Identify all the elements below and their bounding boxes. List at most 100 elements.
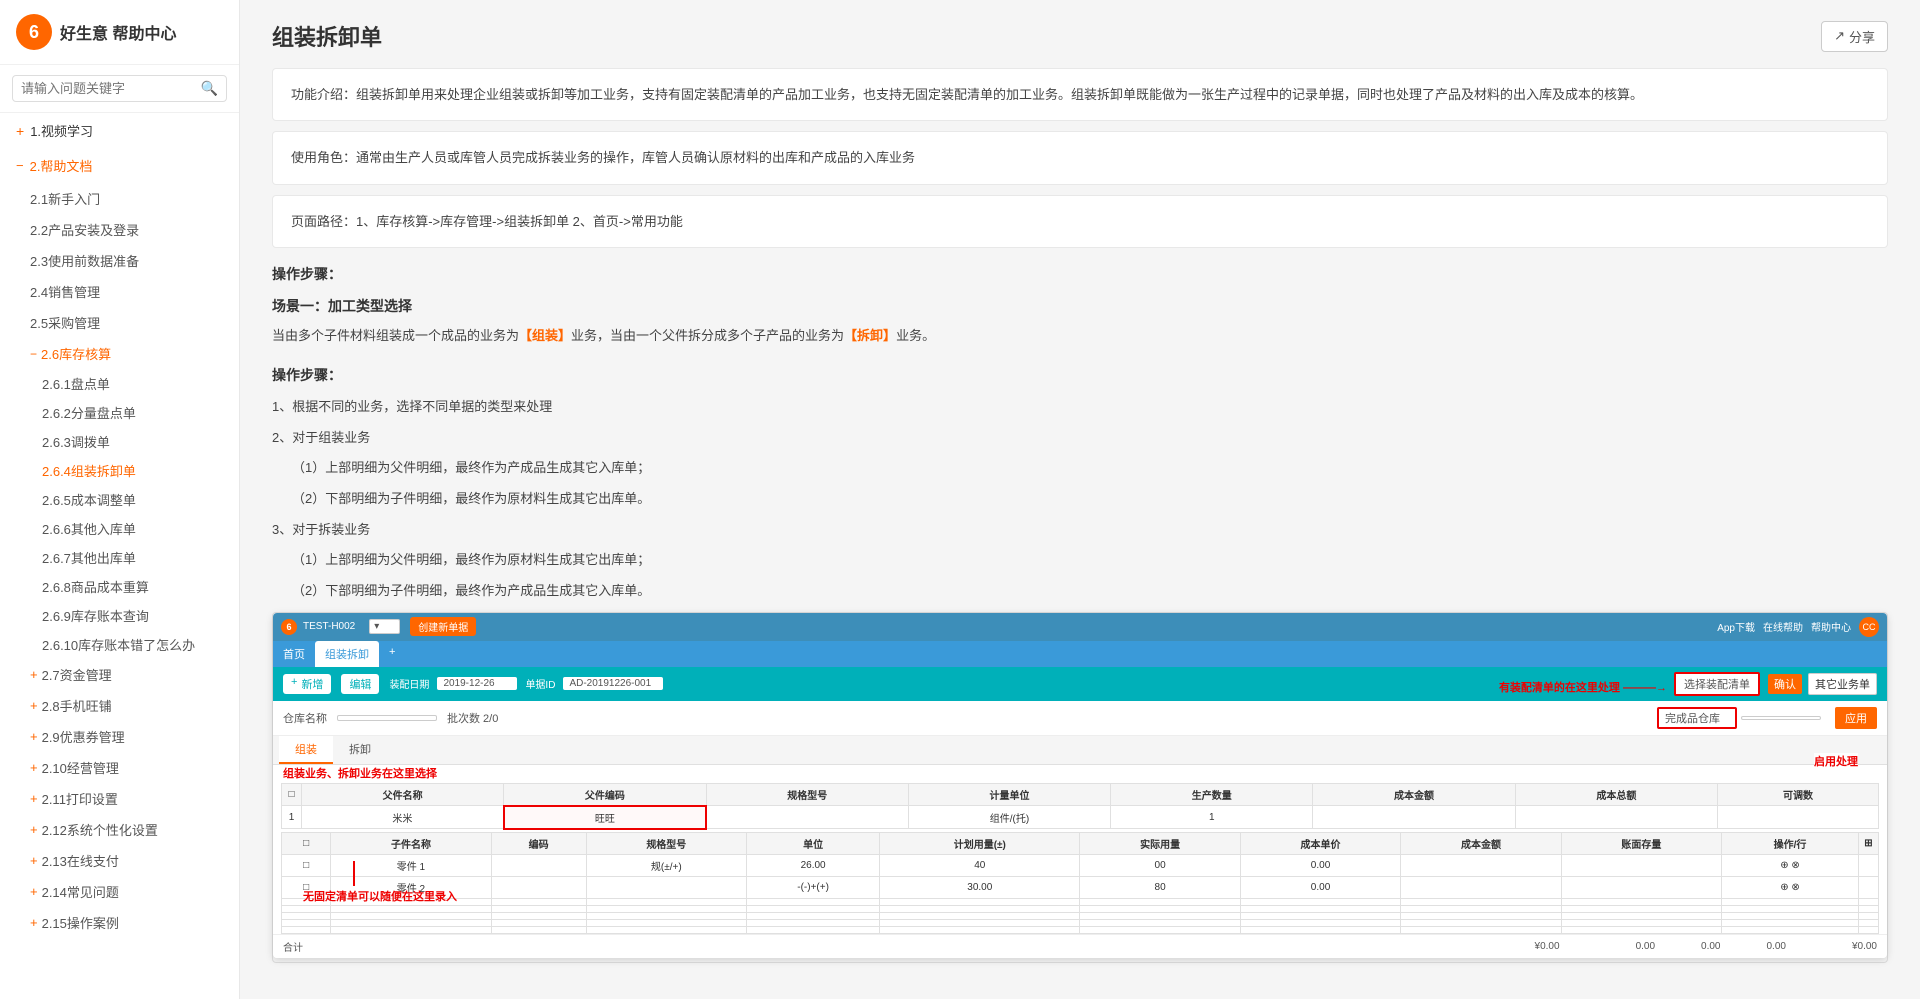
col-parent-count: 生产数量: [1111, 783, 1313, 806]
app-window: 6 TEST-H002 ▾ 创建新单据 App下载 在线帮助 帮助中心 CC: [273, 613, 1887, 958]
table-row: [282, 898, 1879, 905]
table-row: 1 米米 旺旺 组件/(托) 1: [282, 806, 1879, 829]
app-logo: 6: [281, 619, 297, 635]
sidebar-item-personalize[interactable]: + 2.12系统个性化设置: [0, 814, 239, 845]
scenario1-desc: 当由多个子件材料组装成一个成品的业务为【组装】业务，当由一个父件拆分成多个子产品…: [272, 324, 1888, 349]
sidebar-item-print[interactable]: + 2.11打印设置: [0, 783, 239, 814]
btn-assembly-list[interactable]: 选择装配清单: [1674, 672, 1760, 696]
sidebar-item-install[interactable]: 2.2产品安装及登录: [0, 214, 239, 245]
tab-disassemble-type[interactable]: 拆卸: [333, 736, 387, 764]
col-child-ops: 操作/行: [1722, 832, 1859, 854]
field-date-value[interactable]: 2019-12-26: [437, 677, 517, 690]
sidebar-item-finance[interactable]: + 2.7资金管理: [0, 659, 239, 690]
print-plus-icon: +: [30, 791, 38, 806]
step-3: 3、对于拆装业务: [272, 518, 1888, 543]
col-child-spec: 规格型号: [586, 832, 746, 854]
field-finish-warehouse[interactable]: 完成品仓库: [1657, 707, 1737, 729]
sidebar-item-payment[interactable]: + 2.13在线支付: [0, 845, 239, 876]
col-child-stock-avail: 账面存量: [1561, 832, 1721, 854]
app-nav-assembly[interactable]: 组装拆卸: [315, 641, 379, 667]
main-content: 组装拆卸单 ↗ 分享 功能介绍：组装拆卸单用来处理企业组装或拆卸等加工业务，支持…: [240, 0, 1920, 999]
collapse-icon: −: [16, 158, 24, 173]
btn-edit[interactable]: 编辑: [341, 674, 379, 694]
logo-text: 好生意 帮助中心: [60, 20, 176, 44]
col-child-expand: ⊞: [1859, 832, 1879, 854]
sidebar-item-cost-recalc[interactable]: 2.6.8商品成本重算: [0, 572, 239, 601]
sidebar-item-ops[interactable]: + 2.10经营管理: [0, 752, 239, 783]
sidebar-item-other-in[interactable]: 2.6.6其他入库单: [0, 514, 239, 543]
table-row: [282, 926, 1879, 933]
sidebar-item-purchase[interactable]: 2.5采购管理: [0, 307, 239, 338]
field-date-label: 装配日期: [389, 676, 429, 691]
col-parent-name: 父件名称: [302, 783, 504, 806]
sidebar-item-coupon[interactable]: + 2.9优惠券管理: [0, 721, 239, 752]
sidebar-item-docs[interactable]: − 2.帮助文档: [0, 148, 239, 183]
sidebar-item-sales[interactable]: 2.4销售管理: [0, 276, 239, 307]
step-2-2: （2）下部明细为子件明细，最终作为原材料生成其它出库单。: [292, 487, 1888, 512]
search-area: 🔍: [0, 65, 239, 113]
col-child-plan-qty: 计划用量(±): [880, 832, 1080, 854]
field-finish-warehouse-input[interactable]: [1741, 716, 1821, 720]
ops-plus-icon: +: [30, 760, 38, 775]
app-nav-home[interactable]: 首页: [273, 641, 315, 667]
faq-plus-icon: +: [30, 884, 38, 899]
sidebar-item-ledger-fix[interactable]: 2.6.10库存账本错了怎么办: [0, 630, 239, 659]
sidebar-item-transfer[interactable]: 2.6.3调拨单: [0, 427, 239, 456]
sidebar-item-assembly[interactable]: 2.6.4组装拆卸单: [0, 456, 239, 485]
op-steps-title: 操作步骤：: [272, 365, 1888, 385]
btn-more[interactable]: 其它业务单: [1808, 673, 1877, 695]
logo-icon: 6: [16, 14, 52, 50]
btn-confirm[interactable]: 确认: [1768, 674, 1802, 694]
mobile-plus-icon: +: [30, 698, 38, 713]
sidebar-item-mobile[interactable]: + 2.8手机旺铺: [0, 690, 239, 721]
sidebar-item-partial-stocktake[interactable]: 2.6.2分量盘点单: [0, 398, 239, 427]
table-row: [282, 905, 1879, 912]
col-parent-qty: 计量单位: [908, 783, 1110, 806]
app-menu-help: 在线帮助: [1763, 619, 1803, 634]
logo-area: 6 好生意 帮助中心: [0, 0, 239, 65]
sidebar-item-inventory-ledger[interactable]: 2.6.9库存账本查询: [0, 601, 239, 630]
app-nav-add[interactable]: +: [379, 641, 405, 667]
btn-add-record[interactable]: +新增: [283, 674, 331, 694]
sidebar-item-other-out[interactable]: 2.6.7其他出库单: [0, 543, 239, 572]
field-id-label: 单据ID: [525, 676, 555, 691]
field-id-value[interactable]: AD-20191226-001: [563, 677, 663, 690]
annotation-4: 无固定清单可以随便在这里录入: [303, 888, 457, 904]
footer-total3: 0.00: [1701, 941, 1720, 952]
col-child-actual-qty: 实际用量: [1080, 832, 1240, 854]
sidebar-item-cost-adjust[interactable]: 2.6.5成本调整单: [0, 485, 239, 514]
sidebar-item-data-prep[interactable]: 2.3使用前数据准备: [0, 245, 239, 276]
app-avatar: CC: [1859, 617, 1879, 637]
expand-icon: +: [16, 123, 24, 139]
sidebar-item-inventory[interactable]: − 2.6库存核算: [0, 338, 239, 369]
sidebar-item-video[interactable]: + 1.视频学习: [0, 113, 239, 148]
annotation-1: 有装配清单的在这里处理 ———→: [1499, 679, 1667, 695]
step-3-1: （1）上部明细为父件明细，最终作为原材料生成其它出库单；: [292, 548, 1888, 573]
app-btn-new[interactable]: 创建新单据: [410, 617, 476, 636]
btn-apply[interactable]: 应用: [1835, 707, 1877, 729]
sidebar-item-faq[interactable]: + 2.14常见问题: [0, 876, 239, 907]
share-button[interactable]: ↗ 分享: [1821, 21, 1888, 52]
app-select[interactable]: ▾: [369, 619, 400, 634]
parent-code-cell[interactable]: 旺旺: [504, 806, 706, 829]
col-child-unit: 单位: [747, 832, 880, 854]
sidebar-item-cases[interactable]: + 2.15操作案例: [0, 907, 239, 938]
content-header: 组装拆卸单 ↗ 分享: [240, 0, 1920, 68]
pers-plus-icon: +: [30, 822, 38, 837]
screenshot-container: 6 TEST-H002 ▾ 创建新单据 App下载 在线帮助 帮助中心 CC: [272, 612, 1888, 963]
sidebar-item-stocktake[interactable]: 2.6.1盘点单: [0, 369, 239, 398]
sidebar-item-newbie[interactable]: 2.1新手入门: [0, 183, 239, 214]
col-child-check: □: [282, 832, 331, 854]
table-row: [282, 912, 1879, 919]
search-icon[interactable]: 🔍: [201, 80, 218, 97]
footer-total1: ¥0.00: [1535, 941, 1560, 952]
table-row: [282, 919, 1879, 926]
scenario1-title: 场景一：加工类型选择: [272, 296, 1888, 316]
field-warehouse[interactable]: [337, 715, 437, 721]
annotation-2: 组装业务、拆卸业务在这里选择: [283, 765, 437, 781]
col-parent-code: 父件编码: [504, 783, 706, 806]
col-parent-stock: 可调数: [1717, 783, 1878, 806]
footer-total2: 0.00: [1636, 941, 1655, 952]
search-input[interactable]: [21, 81, 201, 96]
tab-assembly-type[interactable]: 组装: [279, 736, 333, 764]
